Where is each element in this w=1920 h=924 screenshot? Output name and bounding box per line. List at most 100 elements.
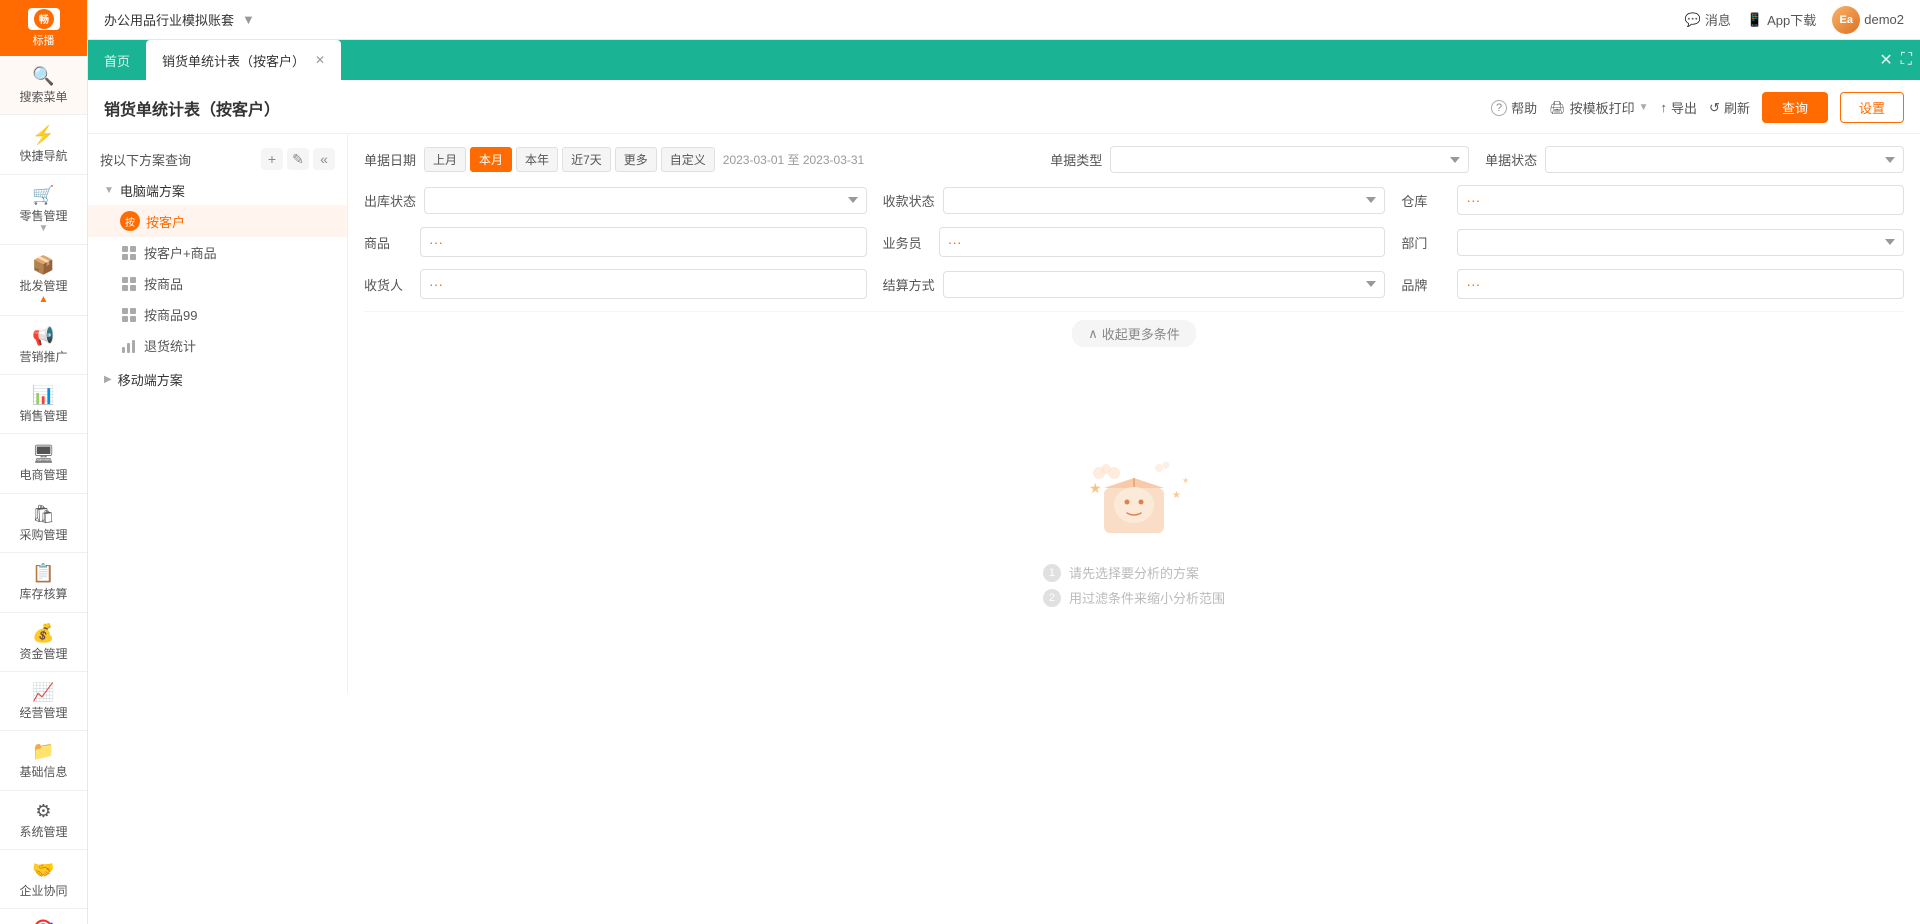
warehouse-dots[interactable]: ··· xyxy=(1466,192,1480,208)
sidebar-item-marketing[interactable]: 📢 营销推广 xyxy=(0,316,87,375)
page-title: 销货单统计表（按客户） xyxy=(104,96,280,120)
basic-icon: 📁 xyxy=(32,741,54,762)
ecommerce-icon: 🖥 xyxy=(32,444,55,465)
date-btn-this-year[interactable]: 本年 xyxy=(516,147,558,172)
filter-field-date: 单据日期 上月 本月 本年 近7天 更多 自定义 xyxy=(364,147,1034,172)
product-dots[interactable]: ··· xyxy=(429,234,443,250)
topbar-dropdown-icon[interactable]: ▼ xyxy=(242,12,255,27)
outbound-status-select[interactable] xyxy=(424,187,867,214)
add-scheme-btn[interactable]: + xyxy=(261,148,283,170)
brand-dots[interactable]: ··· xyxy=(1466,276,1480,292)
svg-text:★: ★ xyxy=(1172,490,1181,501)
sidebar-item-wholesale[interactable]: 📦 批发管理 ▲ xyxy=(0,245,87,315)
warehouse-input[interactable]: ··· xyxy=(1457,185,1904,215)
warehouse-control: ··· xyxy=(1457,185,1904,215)
customer-scheme-icon: 按 xyxy=(120,211,140,231)
expand-tab-btn[interactable]: ⛶ xyxy=(1901,51,1912,69)
date-control: 上月 本月 本年 近7天 更多 自定义 2023-03-01 至 2023-03… xyxy=(424,147,1034,172)
filter-field-payment-status: 收款状态 xyxy=(883,187,1386,214)
guide-icon: 🎯 xyxy=(32,919,54,924)
edit-scheme-btn[interactable]: ✎ xyxy=(287,148,309,170)
sidebar-item-ecommerce[interactable]: 🖥 电商管理 xyxy=(0,434,87,493)
scheme-group-header-desktop[interactable]: ▼ 电脑端方案 xyxy=(88,176,347,205)
topbar-right: 💬 消息 📱 App下载 Ea demo2 xyxy=(1685,6,1904,34)
filter-field-warehouse: 仓库 ··· xyxy=(1401,185,1904,215)
sidebar-item-basic[interactable]: 📁 基础信息 xyxy=(0,731,87,790)
sidebar-item-system[interactable]: ⚙ 系统管理 xyxy=(0,791,87,850)
doc-status-select[interactable] xyxy=(1545,146,1904,173)
department-select[interactable] xyxy=(1457,229,1904,256)
app-download-btn[interactable]: 📱 App下载 xyxy=(1747,10,1816,29)
filter-field-recipient: 收货人 ··· xyxy=(364,269,867,299)
date-btn-7days[interactable]: 近7天 xyxy=(562,147,611,172)
settlement-select[interactable] xyxy=(943,271,1386,298)
settlement-label: 结算方式 xyxy=(883,275,935,294)
set-button[interactable]: 设置 xyxy=(1840,92,1904,123)
sidebar-item-label: 销售管理 xyxy=(19,409,67,423)
collapse-btn[interactable]: ∧ 收起更多条件 xyxy=(1072,320,1196,347)
tab-stat-close[interactable]: ✕ xyxy=(315,53,325,67)
tab-stat[interactable]: 销货单统计表（按客户） ✕ xyxy=(146,40,341,80)
doc-type-select[interactable] xyxy=(1110,146,1469,173)
scheme-item-by-customer[interactable]: 按 按客户 xyxy=(88,205,347,237)
scheme-item-return-stat[interactable]: 退货统计 xyxy=(88,330,347,361)
user-profile-btn[interactable]: Ea demo2 xyxy=(1832,6,1904,34)
refresh-icon: ↺ xyxy=(1709,100,1720,116)
outbound-status-label: 出库状态 xyxy=(364,191,416,210)
tabbar: 首页 销货单统计表（按客户） ✕ ✕ ⛶ xyxy=(88,40,1920,80)
payment-status-control xyxy=(943,187,1386,214)
date-btn-last-month[interactable]: 上月 xyxy=(424,147,466,172)
return-stat-scheme-icon xyxy=(120,337,138,355)
scheme-group-header-mobile[interactable]: ▶ 移动端方案 xyxy=(88,365,347,394)
query-button[interactable]: 查询 xyxy=(1762,92,1828,123)
sidebar-item-sales[interactable]: 📊 销售管理 xyxy=(0,375,87,434)
salesperson-dots[interactable]: ··· xyxy=(948,234,962,250)
date-btn-custom[interactable]: 自定义 xyxy=(661,147,715,172)
sidebar-item-quicknav[interactable]: ⚡ 快捷导航 xyxy=(0,115,87,174)
group-expand-icon: ▼ xyxy=(104,185,114,196)
print-btn[interactable]: 🖨 按模板打印 ▼ xyxy=(1549,98,1648,117)
sidebar-item-inventory[interactable]: 📋 库存核算 xyxy=(0,553,87,612)
scheme-item-label: 按客户+商品 xyxy=(144,243,217,262)
product-input[interactable]: ··· xyxy=(420,227,867,257)
salesperson-label: 业务员 xyxy=(883,233,931,252)
date-btn-this-month[interactable]: 本月 xyxy=(470,147,512,172)
export-btn[interactable]: ↑ 导出 xyxy=(1661,98,1698,117)
salesperson-input[interactable]: ··· xyxy=(939,227,1386,257)
date-btn-more[interactable]: 更多 xyxy=(615,147,657,172)
scheme-item-by-product99[interactable]: 按商品99 xyxy=(88,299,347,330)
collapse-up-icon: ∧ xyxy=(1088,326,1098,342)
print-icon: 🖨 xyxy=(1549,100,1566,116)
collapse-sidebar-btn[interactable]: « xyxy=(313,148,335,170)
sidebar-item-search[interactable]: 🔍 搜索菜单 xyxy=(0,56,87,115)
help-icon: ? xyxy=(1491,100,1507,116)
recipient-dots[interactable]: ··· xyxy=(429,276,443,292)
scheme-item-by-customer-product[interactable]: 按客户+商品 xyxy=(88,237,347,268)
recipient-input[interactable]: ··· xyxy=(420,269,867,299)
refresh-btn[interactable]: ↺ 刷新 xyxy=(1709,98,1750,117)
filter-form: 单据日期 上月 本月 本年 近7天 更多 自定义 xyxy=(348,134,1920,363)
svg-text:★: ★ xyxy=(1182,476,1189,485)
outbound-status-control xyxy=(424,187,867,214)
product-control: ··· xyxy=(420,227,867,257)
filter-row-3: 商品 ··· 业务员 xyxy=(364,227,1904,257)
tab-home[interactable]: 首页 xyxy=(88,40,146,80)
sidebar-item-purchase[interactable]: 🛍 采购管理 xyxy=(0,494,87,553)
date-buttons: 上月 本月 本年 近7天 更多 自定义 2023-03-01 至 2023-03… xyxy=(424,147,1034,172)
messages-btn[interactable]: 💬 消息 xyxy=(1685,10,1731,29)
close-all-tabs-btn[interactable]: ✕ xyxy=(1879,50,1892,70)
help-btn[interactable]: ? 帮助 xyxy=(1491,98,1537,117)
sidebar-item-retail[interactable]: 🛒 零售管理 ▼ xyxy=(0,175,87,245)
sidebar-item-finance[interactable]: 💰 资金管理 xyxy=(0,613,87,672)
sidebar: 畅 标播 🔍 搜索菜单 ⚡ 快捷导航 🛒 零售管理 ▼ 📦 批发管理 ▲ 📢 营… xyxy=(0,0,88,924)
filter-area: 按以下方案查询 + ✎ « xyxy=(88,134,1920,693)
filter-field-outbound-status: 出库状态 xyxy=(364,187,867,214)
sidebar-item-business[interactable]: 📈 经营管理 xyxy=(0,672,87,731)
brand-input[interactable]: ··· xyxy=(1457,269,1904,299)
sidebar-item-collab[interactable]: 🤝 企业协同 xyxy=(0,850,87,909)
scheme-item-by-product[interactable]: 按商品 xyxy=(88,268,347,299)
payment-status-select[interactable] xyxy=(943,187,1386,214)
sidebar-item-label: 系统管理 xyxy=(19,825,67,839)
sidebar-item-guide[interactable]: 🎯 新手引导 xyxy=(0,909,87,924)
export-icon: ↑ xyxy=(1661,100,1668,115)
